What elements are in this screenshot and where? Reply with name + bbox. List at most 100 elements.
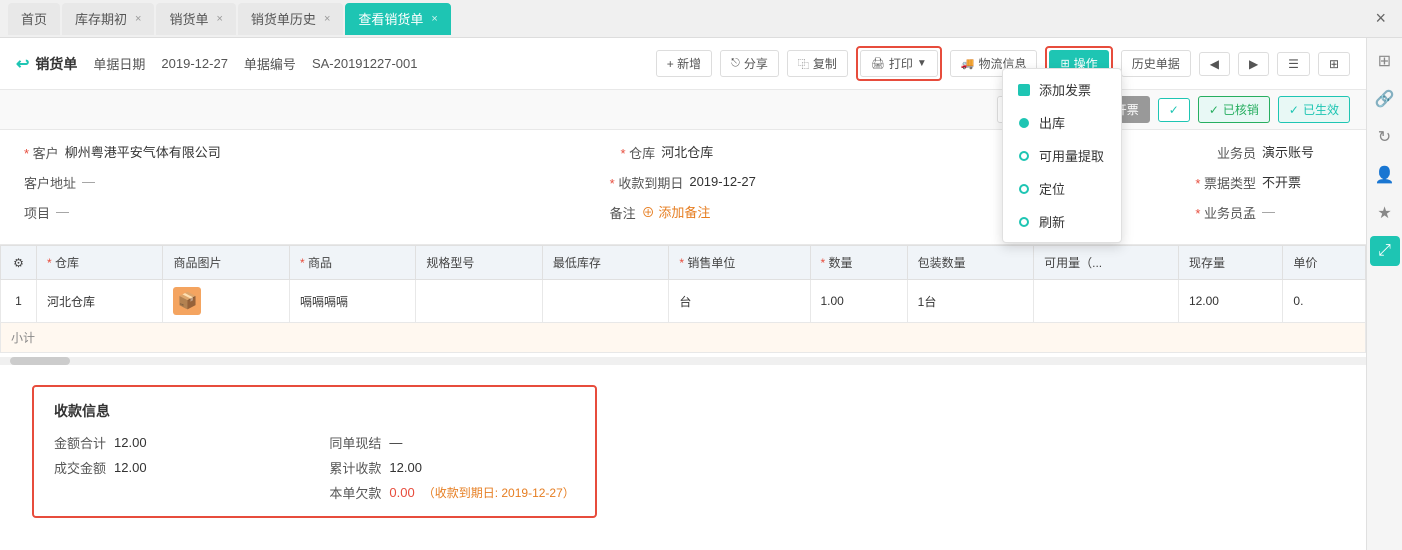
row-model [416, 280, 542, 323]
dropdown-refresh[interactable]: 刷新 [1003, 205, 1121, 238]
address-label: 客户地址 [24, 173, 76, 192]
row-unit: 台 [669, 280, 810, 323]
sidebar-grid-icon[interactable]: ⊞ [1370, 46, 1400, 76]
document-meta: 单据日期 2019-12-27 单据编号 SA-20191227-001 [93, 54, 417, 73]
warehouse-value[interactable]: 河北仓库 [661, 142, 741, 162]
col-warehouse: 仓库 [37, 246, 163, 280]
effective-badge[interactable]: ✓ 已生效 [1278, 96, 1350, 123]
dropdown-outbound[interactable]: 出库 [1003, 106, 1121, 139]
col-min-stock: 最低库存 [542, 246, 668, 280]
warehouse-label: 仓库 [621, 143, 656, 162]
sidebar-user-icon[interactable]: 👤 [1370, 160, 1400, 190]
table-row: 1 河北仓库 📦 嗝嗝嗝嗝 台 1.00 1台 12.00 0. [1, 280, 1366, 323]
sales-employee-value: — [1262, 204, 1342, 220]
row-warehouse: 河北仓库 [37, 280, 163, 323]
history-button[interactable]: 历史单据 [1121, 50, 1191, 77]
form-row-1: 客户 柳州粤港平安气体有限公司 仓库 河北仓库 业务员 演示账号 [24, 142, 1342, 162]
payment-section: 收款信息 金额合计 12.00 同单现结 — 成交金额 12.00 [32, 385, 597, 518]
tab-view-sales-close[interactable]: × [431, 13, 437, 25]
tab-inventory-close[interactable]: × [135, 13, 141, 25]
row-unit-price: 0. [1283, 280, 1366, 323]
project-label: 项目 [24, 203, 50, 222]
share-button[interactable]: ⎋ 分享 [720, 50, 779, 77]
amount-total-label: 金额合计 [54, 433, 106, 452]
sales-order-icon: ↩ [16, 54, 29, 74]
date-value: 2019-12-27 [161, 56, 228, 71]
employee-field: 业务员 演示账号 [1217, 142, 1342, 162]
this-order-due-label: 本单欠款 [329, 483, 381, 502]
products-table-container: ⚙ 仓库 商品图片 商品 规格型号 最低库存 销售单位 数量 包装数量 可用量（… [0, 245, 1366, 369]
grid-view-button[interactable]: ⊞ [1318, 52, 1350, 76]
add-note-button[interactable]: ⊕ 添加备注 [642, 202, 722, 222]
col-available: 可用量（... [1034, 246, 1179, 280]
subtotal-label: 小计 [1, 323, 1366, 353]
sidebar-link-icon[interactable]: 🔗 [1370, 84, 1400, 114]
right-sidebar: ⊞ 🔗 ↻ 👤 ★ ⤢ [1366, 38, 1402, 550]
row-index: 1 [1, 280, 37, 323]
same-order-settle-value: — [389, 435, 402, 450]
col-settings[interactable]: ⚙ [1, 246, 37, 280]
tab-view-sales[interactable]: 查看销货单 × [345, 3, 450, 35]
scrollbar-thumb[interactable] [10, 357, 70, 365]
add-invoice-icon [1017, 83, 1031, 97]
col-quantity: 数量 [810, 246, 907, 280]
copy-button[interactable]: ⿻ 复制 [787, 50, 848, 77]
available-qty-icon [1017, 149, 1031, 163]
tab-sales-close[interactable]: × [216, 13, 222, 25]
list-view-button[interactable]: ☰ [1277, 52, 1310, 76]
tab-sales-history-close[interactable]: × [324, 13, 330, 25]
project-value: — [56, 204, 136, 220]
row-product[interactable]: 嗝嗝嗝嗝 [289, 280, 415, 323]
col-unit-price: 单价 [1283, 246, 1366, 280]
same-order-settle-item: 同单现结 — [329, 433, 574, 452]
payment-title: 收款信息 [54, 401, 575, 421]
tab-sales[interactable]: 销货单 × [156, 3, 235, 35]
employee-value: 演示账号 [1262, 142, 1342, 162]
note-label: 备注 [610, 203, 636, 222]
col-pack-qty: 包装数量 [907, 246, 1033, 280]
col-product: 商品 [289, 246, 415, 280]
customer-field: 客户 柳州粤港平安气体有限公司 [24, 142, 621, 162]
prev-button[interactable]: ◀ [1199, 52, 1230, 76]
dropdown-available-qty[interactable]: 可用量提取 [1003, 139, 1121, 172]
transaction-amount-label: 成交金额 [54, 458, 106, 477]
sales-employee-field: 业务员孟 — [1195, 203, 1342, 222]
dropdown-locate[interactable]: 定位 [1003, 172, 1121, 205]
window-close-button[interactable]: × [1367, 4, 1394, 33]
new-button[interactable]: + 新增 [656, 50, 712, 77]
table-header-row: ⚙ 仓库 商品图片 商品 规格型号 最低库存 销售单位 数量 包装数量 可用量（… [1, 246, 1366, 280]
payment-grid: 金额合计 12.00 同单现结 — 成交金额 12.00 累计收款 12.00 [54, 433, 575, 502]
form-row-3: 项目 — 备注 ⊕ 添加备注 业务员孟 — [24, 202, 1342, 222]
sales-employee-label: 业务员孟 [1195, 203, 1256, 222]
customer-value[interactable]: 柳州粤港平安气体有限公司 [65, 142, 221, 162]
ticket-type-value: 不开票 [1262, 172, 1342, 192]
tab-sales-history[interactable]: 销货单历史 × [238, 3, 343, 35]
cancelled-badge[interactable]: ✓ 已核销 [1198, 96, 1270, 123]
employee-label: 业务员 [1217, 143, 1256, 162]
sidebar-rotate-icon[interactable]: ↻ [1370, 122, 1400, 152]
customer-label: 客户 [24, 143, 59, 162]
product-image: 📦 [173, 287, 201, 315]
row-quantity: 1.00 [810, 280, 907, 323]
sidebar-expand-icon[interactable]: ⤢ [1370, 236, 1400, 266]
refresh-icon [1017, 215, 1031, 229]
form-row-2: 客户地址 — 收款到期日 2019-12-27 票据类型 不开票 [24, 172, 1342, 192]
document-actions: + 新增 ⎋ 分享 ⿻ 复制 🖨 打印 ▼ [656, 46, 1350, 81]
products-table: ⚙ 仓库 商品图片 商品 规格型号 最低库存 销售单位 数量 包装数量 可用量（… [0, 245, 1366, 353]
due-date-label: 收款到期日 [610, 173, 684, 192]
dropdown-add-invoice[interactable]: 添加发票 [1003, 73, 1121, 106]
row-available [1034, 280, 1179, 323]
next-button[interactable]: ▶ [1238, 52, 1269, 76]
due-date-value[interactable]: 2019-12-27 [689, 174, 769, 190]
cumulative-label: 累计收款 [329, 458, 381, 477]
project-field: 项目 — [24, 203, 610, 222]
confirm-button[interactable]: ✓ [1158, 98, 1190, 122]
form-section: 客户 柳州粤港平安气体有限公司 仓库 河北仓库 业务员 演示账号 客户地址 — [0, 130, 1366, 245]
print-button[interactable]: 🖨 打印 ▼ [860, 50, 938, 77]
tab-home[interactable]: 首页 [8, 3, 60, 35]
sidebar-star-icon[interactable]: ★ [1370, 198, 1400, 228]
transaction-amount-item: 成交金额 12.00 [54, 458, 299, 477]
this-order-due-value: 0.00 [389, 485, 414, 500]
horizontal-scrollbar[interactable] [0, 357, 1366, 365]
tab-inventory[interactable]: 库存期初 × [62, 3, 154, 35]
